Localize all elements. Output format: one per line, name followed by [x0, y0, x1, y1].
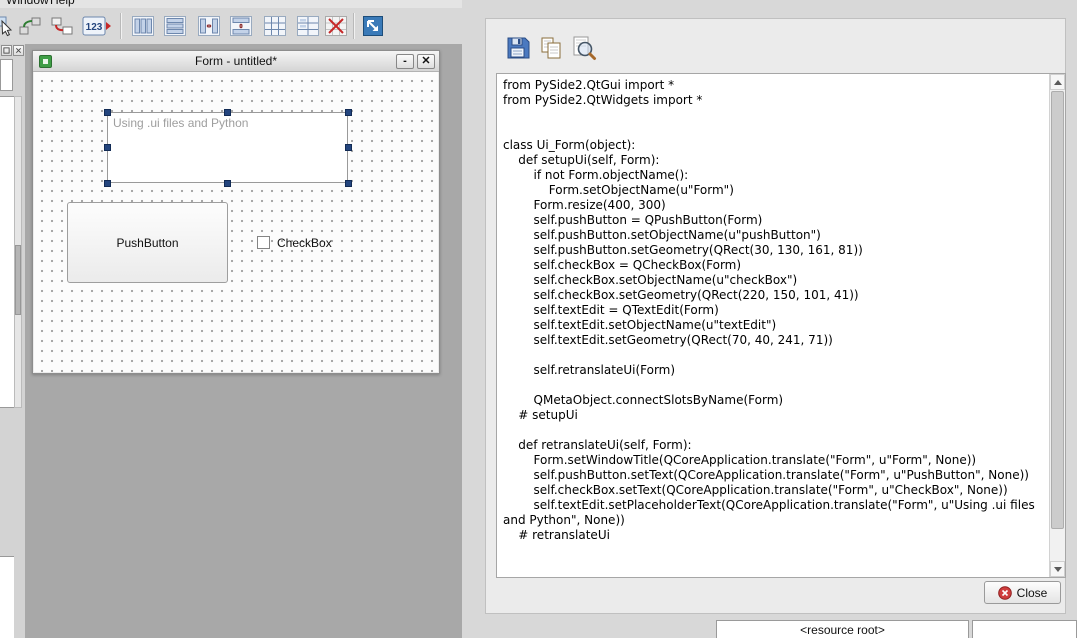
textedit-widget[interactable]: Using .ui files and Python — [107, 112, 348, 183]
code-preview-dialog: from PySide2.QtGui import * from PySide2… — [485, 18, 1066, 614]
close-dialog-label: Close — [1017, 586, 1048, 600]
close-button[interactable]: ✕ — [417, 54, 435, 69]
menu-window[interactable]: Window — [6, 0, 49, 7]
adjust-size-icon[interactable] — [361, 14, 385, 38]
layout-splitter-vertical-icon[interactable] — [229, 14, 253, 38]
layout-grid-icon[interactable] — [263, 14, 287, 38]
selection-handle-bottom-left[interactable] — [104, 180, 111, 187]
form-editor-window: Form - untitled* - ✕ Using .ui files and… — [32, 50, 440, 374]
selection-handle-top-left[interactable] — [104, 109, 111, 116]
selection-handle-top[interactable] — [224, 109, 231, 116]
menubar: Window Help — [0, 0, 462, 8]
minimize-button[interactable]: - — [396, 54, 414, 69]
dock-float-button[interactable] — [1, 45, 12, 56]
resource-root-list[interactable]: <resource root> — [716, 620, 969, 638]
up-arrow-icon — [1054, 80, 1062, 85]
edit-widgets-icon[interactable] — [0, 14, 16, 38]
layout-vertical-icon[interactable] — [163, 14, 187, 38]
checkbox-widget[interactable]: CheckBox — [257, 222, 358, 263]
code-view[interactable]: from PySide2.QtGui import * from PySide2… — [496, 73, 1066, 578]
svg-text:123: 123 — [86, 22, 103, 33]
left-dock-panel — [0, 44, 25, 638]
save-icon[interactable] — [505, 35, 531, 61]
layout-splitter-horizontal-icon[interactable] — [197, 14, 221, 38]
textedit-placeholder: Using .ui files and Python — [113, 116, 248, 130]
break-layout-icon[interactable] — [324, 14, 348, 38]
edit-signals-slots-icon[interactable] — [18, 14, 42, 38]
resource-side-list[interactable] — [972, 620, 1077, 638]
selection-handle-top-right[interactable] — [345, 109, 352, 116]
copy-icon[interactable] — [538, 35, 564, 61]
dock-scrollbar[interactable] — [14, 96, 22, 408]
selection-handle-bottom[interactable] — [224, 180, 231, 187]
qt-designer-window: Window Help 123 — [0, 0, 1077, 638]
form-window-title: Form - untitled* — [33, 54, 439, 68]
dock-list-panel — [0, 96, 14, 408]
find-icon[interactable] — [571, 35, 597, 61]
dock-close-button[interactable] — [13, 45, 24, 56]
dock-bottom-panel — [0, 556, 14, 638]
layout-horizontal-icon[interactable] — [131, 14, 155, 38]
edit-tab-order-icon[interactable]: 123 — [82, 14, 112, 38]
pushbutton-widget[interactable]: PushButton — [67, 202, 228, 283]
dock-scrollbar-thumb[interactable] — [15, 245, 21, 315]
code-scrollbar[interactable] — [1049, 74, 1065, 577]
close-red-icon — [998, 586, 1012, 600]
scroll-up-button[interactable] — [1050, 74, 1065, 90]
edit-buddies-icon[interactable] — [50, 14, 74, 38]
resource-root-label: <resource root> — [800, 623, 885, 638]
form-window-titlebar[interactable]: Form - untitled* - ✕ — [33, 51, 439, 72]
pushbutton-label: PushButton — [116, 236, 178, 250]
selection-handle-bottom-right[interactable] — [345, 180, 352, 187]
toolbar-separator — [353, 13, 355, 39]
toolbar-separator — [120, 13, 122, 39]
menu-help[interactable]: Help — [50, 0, 75, 7]
layout-form-icon[interactable] — [296, 14, 320, 38]
code-scrollbar-thumb[interactable] — [1051, 91, 1064, 529]
close-dialog-button[interactable]: Close — [984, 581, 1061, 604]
scroll-down-button[interactable] — [1050, 561, 1065, 577]
form-canvas[interactable]: Using .ui files and Python PushButton Ch… — [34, 72, 438, 372]
dock-filter-field[interactable] — [0, 59, 13, 91]
down-arrow-icon — [1054, 567, 1062, 572]
generated-code[interactable]: from PySide2.QtGui import * from PySide2… — [497, 74, 1049, 577]
selection-handle-left[interactable] — [104, 144, 111, 151]
checkbox-indicator[interactable] — [257, 236, 270, 249]
checkbox-label: CheckBox — [277, 236, 332, 250]
selection-handle-right[interactable] — [345, 144, 352, 151]
